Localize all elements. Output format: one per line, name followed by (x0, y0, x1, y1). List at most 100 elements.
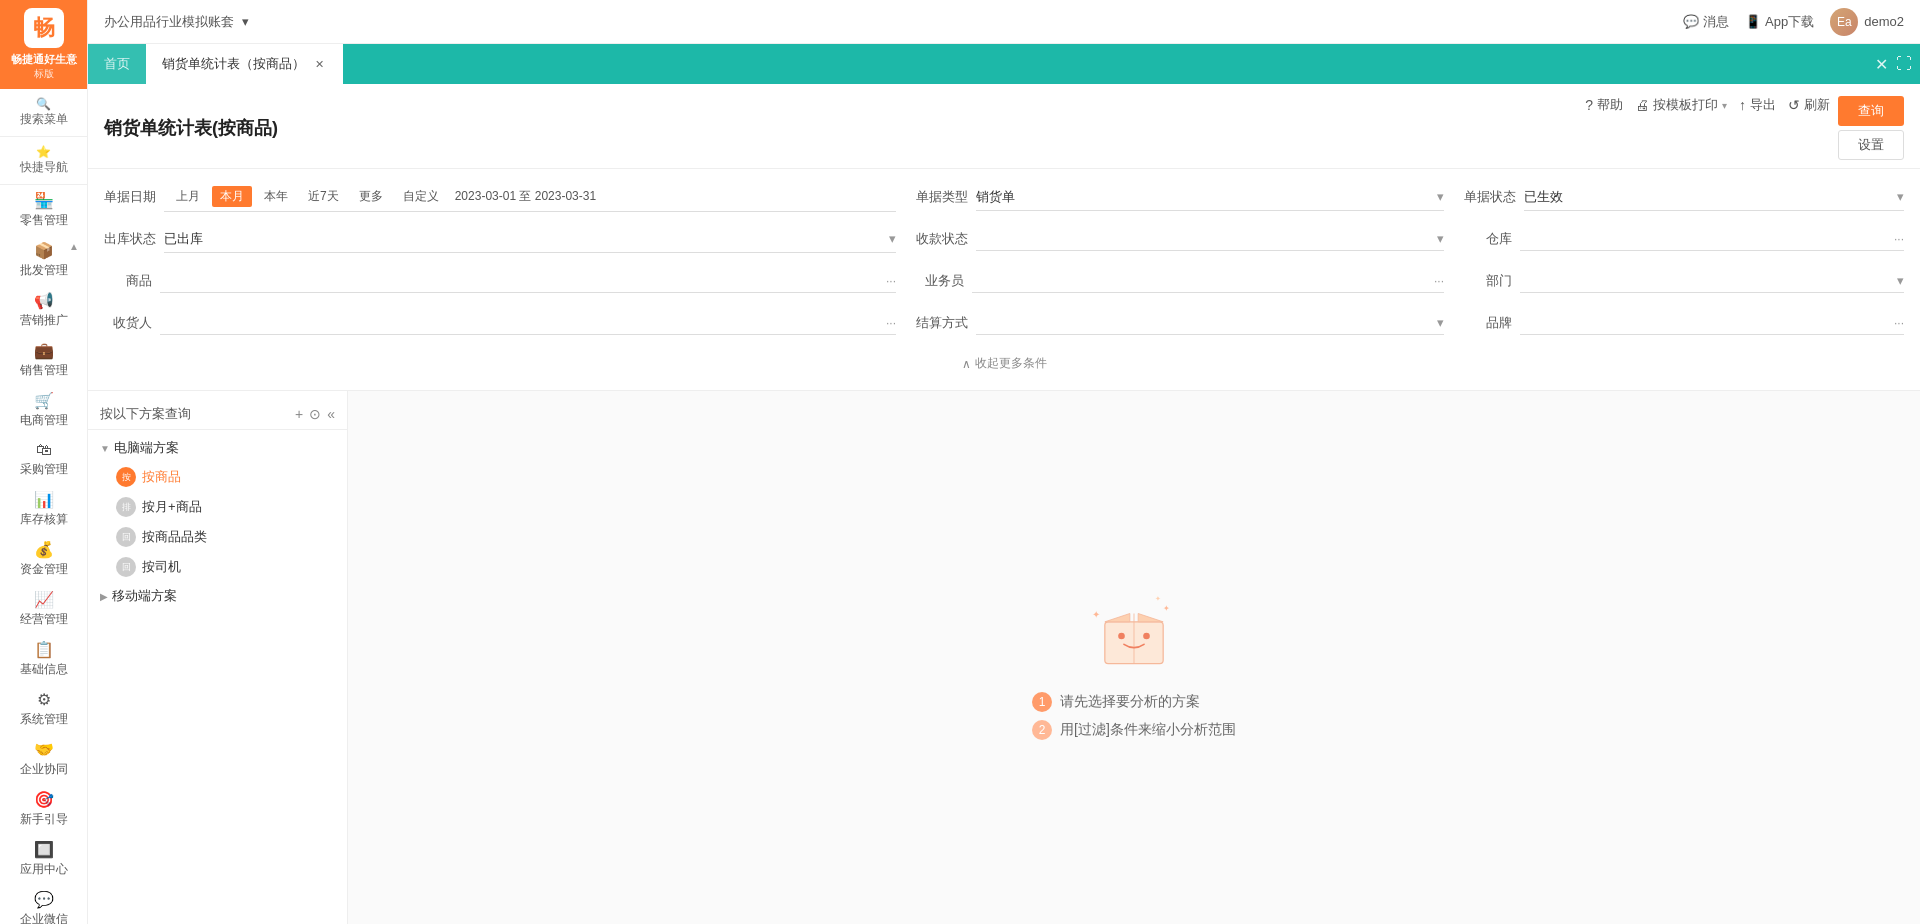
sidebar-item-purchase[interactable]: 🛍 采购管理 (0, 435, 87, 484)
sidebar-item-guide[interactable]: 🎯 新手引导 (0, 784, 87, 834)
page-actions: ? 帮助 🖨 按模板打印 ▾ ↑ 导出 ↺ (1585, 96, 1830, 114)
message-label: 消息 (1703, 13, 1729, 31)
tree-mobile-group[interactable]: ▶ 移动端方案 (88, 582, 347, 610)
query-button[interactable]: 查询 (1838, 96, 1904, 126)
date-tabs: 上月 本月 本年 近7天 更多 自定义 (168, 186, 447, 207)
content-area: 按以下方案查询 + ⊙ « ▼ 电脑端方案 按 按商品 (88, 391, 1920, 924)
collapse-panel-icon[interactable]: « (327, 406, 335, 422)
tab-sales-stat[interactable]: 销货单统计表（按商品） ✕ (146, 44, 343, 84)
tree-desktop-group[interactable]: ▼ 电脑端方案 (88, 434, 347, 462)
tree-item-by-product-cat[interactable]: 回 按商品品类 (88, 522, 347, 552)
tab-close-icon[interactable]: ✕ (311, 56, 327, 72)
salesperson-more-icon[interactable]: ··· (1434, 274, 1444, 288)
quicknav-label: 快捷导航 (20, 159, 68, 176)
date-tab-this-month[interactable]: 本月 (212, 186, 252, 207)
filter-date: 单据日期 上月 本月 本年 近7天 更多 自定义 2023-03-01 至 20… (104, 181, 896, 213)
date-tab-7days[interactable]: 近7天 (300, 186, 347, 207)
template-print-label: 按模板打印 (1653, 96, 1718, 114)
date-tab-this-year[interactable]: 本年 (256, 186, 296, 207)
settlement-control[interactable]: ▾ (976, 311, 1444, 335)
dept-control[interactable]: ▾ (1520, 269, 1904, 293)
dept-dropdown-icon: ▾ (1897, 273, 1904, 288)
app-download-button[interactable]: 📱 App下载 (1745, 13, 1814, 31)
user-profile[interactable]: Ea demo2 (1830, 8, 1904, 36)
brand-label: 品牌 (1464, 314, 1520, 332)
help-button[interactable]: ? 帮助 (1585, 96, 1623, 114)
product-label: 商品 (104, 272, 160, 290)
tab-minimize-icon[interactable]: ✕ (1875, 55, 1888, 74)
date-tab-more[interactable]: 更多 (351, 186, 391, 207)
sidebar-item-ecommerce[interactable]: 🛒 电商管理 (0, 385, 87, 435)
doc-status-control[interactable]: 已生效 ▾ (1524, 184, 1904, 211)
template-print-button[interactable]: 🖨 按模板打印 ▾ (1635, 96, 1727, 114)
finance-label: 资金管理 (20, 561, 68, 578)
date-control[interactable]: 上月 本月 本年 近7天 更多 自定义 2023-03-01 至 2023-03… (164, 182, 896, 212)
sidebar-item-wechat[interactable]: 💬 企业微信 (0, 884, 87, 924)
apps-icon: 🔲 (34, 840, 54, 859)
svg-text:✦: ✦ (1092, 608, 1100, 619)
search-menu-item[interactable]: 🔍 搜索菜单 (0, 89, 87, 137)
sidebar-item-enterprise[interactable]: 🤝 企业协同 (0, 734, 87, 784)
sidebar-item-system[interactable]: ⚙ 系统管理 (0, 684, 87, 734)
product-more-icon[interactable]: ··· (886, 274, 896, 288)
brand-more-icon[interactable]: ··· (1894, 316, 1904, 330)
page-title: 销货单统计表(按商品) (104, 116, 278, 140)
basic-icon: 📋 (34, 640, 54, 659)
filter-row-3: 商品 ··· 业务员 ··· 部门 (104, 265, 1904, 297)
tab-bar: 首页 销货单统计表（按商品） ✕ ✕ ⛶ (88, 44, 1920, 84)
warehouse-more-icon[interactable]: ··· (1894, 232, 1904, 246)
tree-item-by-month-product[interactable]: 排 按月+商品 (88, 492, 347, 522)
settings-button[interactable]: 设置 (1838, 130, 1904, 160)
wholesale-label: 批发管理 (20, 262, 68, 279)
sidebar-item-inventory[interactable]: 📊 库存核算 (0, 484, 87, 534)
industry-selector[interactable]: 办公用品行业模拟账套 ▾ (104, 13, 249, 31)
warehouse-control[interactable]: ··· (1520, 228, 1904, 251)
date-tab-custom[interactable]: 自定义 (395, 186, 447, 207)
by-product-cat-icon: 回 (116, 527, 136, 547)
wholesale-icon: 📦 (34, 241, 54, 260)
date-label: 单据日期 (104, 188, 164, 206)
export-button[interactable]: ↑ 导出 (1739, 96, 1776, 114)
sidebar-item-apps[interactable]: 🔲 应用中心 (0, 834, 87, 884)
tab-home[interactable]: 首页 (88, 44, 146, 84)
retail-icon: 🏪 (34, 191, 54, 210)
refresh-button[interactable]: ↺ 刷新 (1788, 96, 1830, 114)
receipt-status-control[interactable]: ▾ (976, 227, 1444, 251)
product-control[interactable]: ··· (160, 270, 896, 293)
sidebar-item-basic[interactable]: 📋 基础信息 (0, 634, 87, 684)
out-status-control[interactable]: 已出库 ▾ (164, 226, 896, 253)
collapse-up-icon: ∧ (962, 357, 971, 371)
collapse-button[interactable]: ∧ 收起更多条件 (104, 349, 1904, 378)
sidebar-item-sales[interactable]: 💼 销售管理 (0, 335, 87, 385)
salesperson-control[interactable]: ··· (972, 270, 1444, 293)
sidebar-item-wholesale[interactable]: 📦 批发管理 ▲ (0, 235, 87, 285)
receiver-more-icon[interactable]: ··· (886, 316, 896, 330)
doc-type-control[interactable]: 销货单 ▾ (976, 184, 1444, 211)
app-subtitle: 标版 (34, 67, 54, 81)
wechat-label: 企业微信 (20, 911, 68, 924)
sidebar-item-finance[interactable]: 💰 资金管理 (0, 534, 87, 584)
sidebar-item-operations[interactable]: 📈 经营管理 (0, 584, 87, 634)
settings-scheme-icon[interactable]: ⊙ (309, 406, 321, 422)
tree-item-by-product[interactable]: 按 按商品 (88, 462, 347, 492)
tree-item-by-printer[interactable]: 回 按司机 (88, 552, 347, 582)
quicknav-item[interactable]: ⭐ 快捷导航 (0, 137, 87, 185)
refresh-label: 刷新 (1804, 96, 1830, 114)
date-tab-last-month[interactable]: 上月 (168, 186, 208, 207)
receiver-label: 收货人 (104, 314, 160, 332)
brand-control[interactable]: ··· (1520, 312, 1904, 335)
date-range-value: 2023-03-01 至 2023-03-31 (455, 188, 596, 205)
sidebar-item-retail[interactable]: 🏪 零售管理 (0, 185, 87, 235)
message-button[interactable]: 💬 消息 (1683, 13, 1729, 31)
sidebar-item-marketing[interactable]: 📢 营销推广 (0, 285, 87, 335)
filter-out-status: 出库状态 已出库 ▾ (104, 223, 896, 255)
top-header: 办公用品行业模拟账套 ▾ 💬 消息 📱 App下载 Ea demo2 (88, 0, 1920, 44)
add-scheme-icon[interactable]: + (295, 406, 303, 422)
tab-maximize-icon[interactable]: ⛶ (1896, 55, 1912, 73)
app-logo[interactable]: 畅 畅捷通好生意 标版 (0, 0, 87, 89)
empty-state: ✦ ✦ ✦ 1 请先选择要分析的方案 2 (1032, 576, 1236, 740)
inventory-label: 库存核算 (20, 511, 68, 528)
marketing-icon: 📢 (34, 291, 54, 310)
left-panel-header: 按以下方案查询 + ⊙ « (88, 399, 347, 430)
receiver-control[interactable]: ··· (160, 312, 896, 335)
